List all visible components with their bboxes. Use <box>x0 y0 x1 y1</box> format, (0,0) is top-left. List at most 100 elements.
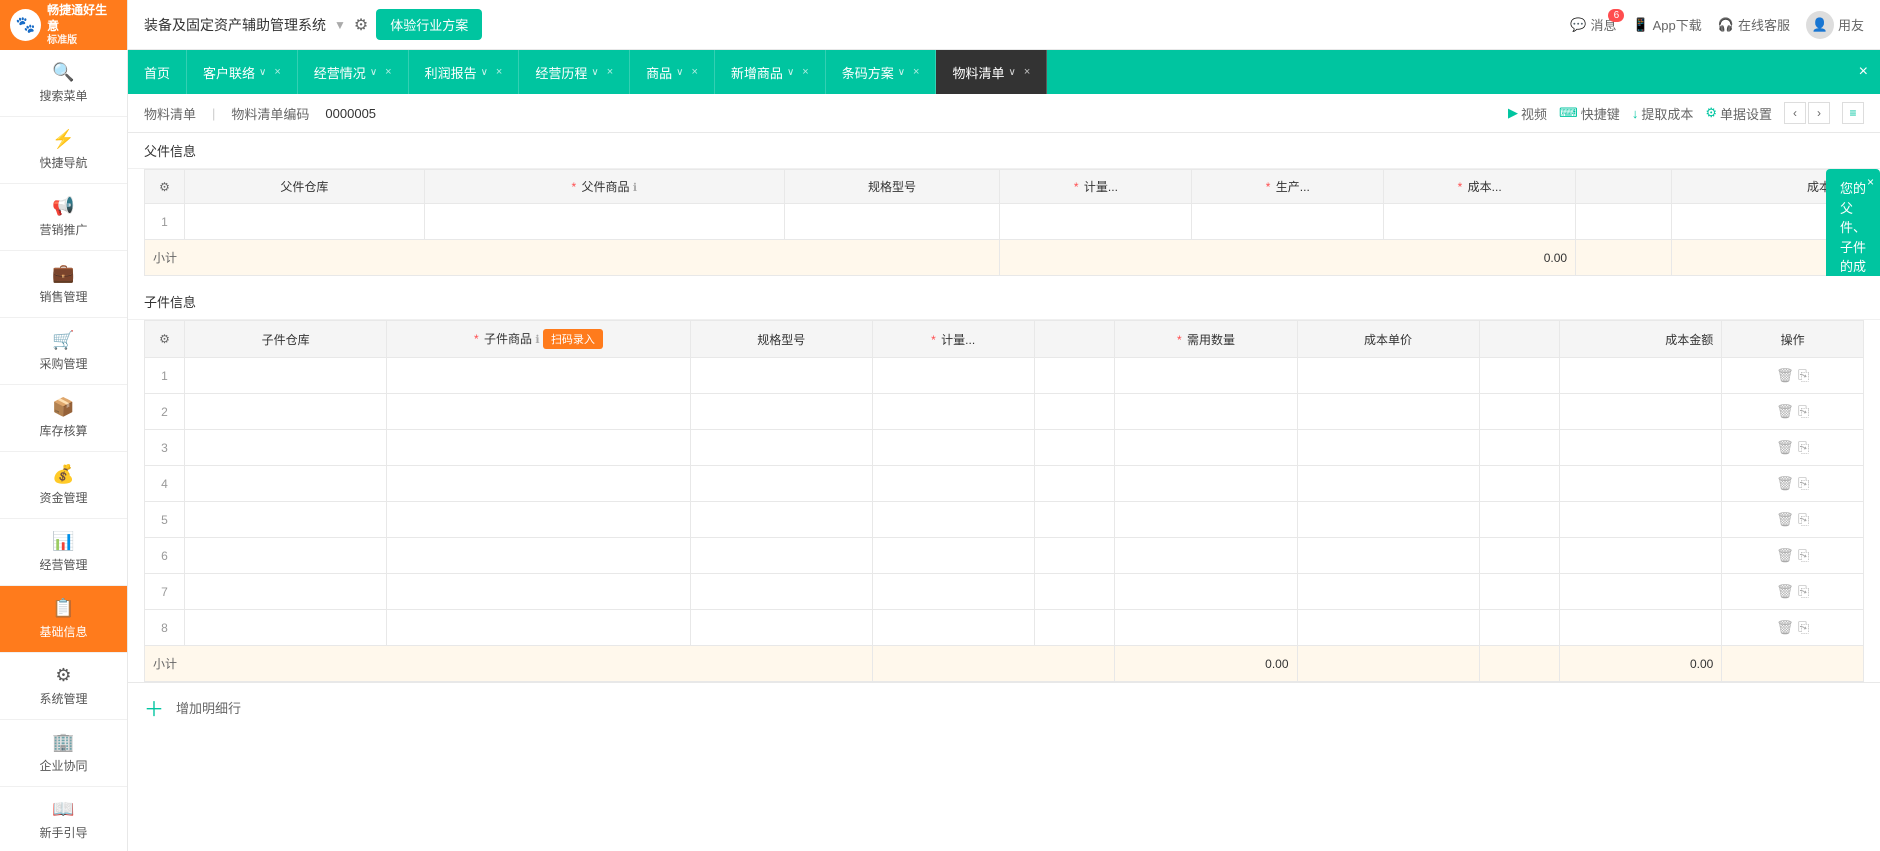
child-unit-cell[interactable] <box>872 466 1034 502</box>
child-sort2-cell[interactable] <box>1479 610 1560 646</box>
tab-bom[interactable]: 物料清单 ∨ × <box>936 50 1047 94</box>
child-qty-cell[interactable] <box>1115 466 1297 502</box>
copy-icon[interactable]: ⎘ <box>1798 367 1809 384</box>
child-amount-cell[interactable] <box>1560 502 1722 538</box>
child-sort2-cell[interactable] <box>1479 502 1560 538</box>
child-product-cell[interactable] <box>387 358 690 394</box>
child-warehouse-cell[interactable] <box>185 610 387 646</box>
tab-close-icon[interactable]: × <box>1024 66 1030 78</box>
grid-view-button[interactable]: ≡ <box>1842 102 1864 124</box>
gear-icon[interactable]: ⚙ <box>159 180 170 194</box>
child-product-cell[interactable] <box>387 610 690 646</box>
close-all-tabs-button[interactable]: × <box>1847 63 1880 81</box>
next-arrow-button[interactable]: › <box>1808 102 1830 124</box>
child-spec-cell[interactable] <box>690 502 872 538</box>
scan-button[interactable]: 扫码录入 <box>543 329 603 349</box>
parent-warehouse-cell[interactable] <box>185 204 425 240</box>
child-qty-cell[interactable] <box>1115 502 1297 538</box>
delete-icon[interactable]: 🗑 <box>1776 547 1794 564</box>
sidebar-item-system[interactable]: ⚙ 系统管理 <box>0 653 127 720</box>
tab-close-icon[interactable]: × <box>385 66 391 78</box>
tab-close-icon[interactable]: × <box>913 66 919 78</box>
sidebar-item-search[interactable]: 🔍 搜索菜单 <box>0 50 127 117</box>
child-sort-cell[interactable] <box>1034 502 1115 538</box>
parent-cost-cell[interactable] <box>1384 204 1576 240</box>
child-sort2-cell[interactable] <box>1479 466 1560 502</box>
delete-icon[interactable]: 🗑 <box>1776 439 1794 456</box>
tab-close-icon[interactable]: × <box>802 66 808 78</box>
child-sort2-cell[interactable] <box>1479 574 1560 610</box>
delete-icon[interactable]: 🗑 <box>1776 475 1794 492</box>
add-row-link[interactable]: 增加明细行 <box>176 698 241 717</box>
notification-item[interactable]: 💬 消息 6 <box>1570 15 1616 34</box>
child-qty-cell[interactable] <box>1115 610 1297 646</box>
child-warehouse-cell[interactable] <box>185 574 387 610</box>
copy-icon[interactable]: ⎘ <box>1798 511 1809 528</box>
delete-icon[interactable]: 🗑 <box>1776 403 1794 420</box>
trial-button[interactable]: 体验行业方案 <box>376 9 482 40</box>
tab-profit[interactable]: 利润报告 ∨ × <box>409 50 520 94</box>
sidebar-item-finance[interactable]: 💰 资金管理 <box>0 452 127 519</box>
child-qty-cell[interactable] <box>1115 430 1297 466</box>
prev-arrow-button[interactable]: ‹ <box>1784 102 1806 124</box>
sidebar-item-enterprise[interactable]: 🏢 企业协同 <box>0 720 127 787</box>
child-unit-price-cell[interactable] <box>1297 538 1479 574</box>
child-warehouse-cell[interactable] <box>185 538 387 574</box>
child-warehouse-cell[interactable] <box>185 394 387 430</box>
parent-produce-cell[interactable] <box>1192 204 1384 240</box>
add-row-icon[interactable]: ＋ <box>144 693 164 722</box>
child-amount-cell[interactable] <box>1560 610 1722 646</box>
delete-icon[interactable]: 🗑 <box>1776 619 1794 636</box>
child-unit-cell[interactable] <box>872 394 1034 430</box>
copy-icon[interactable]: ⎘ <box>1798 439 1809 456</box>
child-sort-cell[interactable] <box>1034 574 1115 610</box>
single-settings-action[interactable]: ⚙ 单据设置 <box>1705 104 1772 123</box>
child-amount-cell[interactable] <box>1560 394 1722 430</box>
sidebar-item-operations[interactable]: 📊 经营管理 <box>0 519 127 586</box>
child-unit-cell[interactable] <box>872 610 1034 646</box>
child-qty-cell[interactable] <box>1115 574 1297 610</box>
user-item[interactable]: 👤 用友 <box>1806 11 1864 39</box>
child-sort2-cell[interactable] <box>1479 394 1560 430</box>
sidebar-item-inventory[interactable]: 📦 库存核算 <box>0 385 127 452</box>
child-sort-cell[interactable] <box>1034 610 1115 646</box>
child-unit-cell[interactable] <box>872 538 1034 574</box>
child-product-cell[interactable] <box>387 574 690 610</box>
tab-customer[interactable]: 客户联络 ∨ × <box>187 50 298 94</box>
child-qty-cell[interactable] <box>1115 358 1297 394</box>
child-product-cell[interactable] <box>387 394 690 430</box>
child-amount-cell[interactable] <box>1560 358 1722 394</box>
online-service-item[interactable]: 🎧 在线客服 <box>1718 15 1790 34</box>
gear-icon[interactable]: ⚙ <box>159 332 170 346</box>
copy-icon[interactable]: ⎘ <box>1798 547 1809 564</box>
sidebar-item-sales[interactable]: 💼 销售管理 <box>0 251 127 318</box>
tooltip-close-button[interactable]: × <box>1867 173 1874 191</box>
child-spec-cell[interactable] <box>690 358 872 394</box>
tab-business[interactable]: 经营情况 ∨ × <box>298 50 409 94</box>
app-download-item[interactable]: 📱 App下载 <box>1632 15 1701 34</box>
settings-icon[interactable]: ⚙ <box>354 15 368 35</box>
child-qty-cell[interactable] <box>1115 538 1297 574</box>
child-amount-cell[interactable] <box>1560 430 1722 466</box>
child-sort2-cell[interactable] <box>1479 430 1560 466</box>
sidebar-item-guide[interactable]: 📖 新手引导 <box>0 787 127 851</box>
child-sort-cell[interactable] <box>1034 394 1115 430</box>
child-sort-cell[interactable] <box>1034 538 1115 574</box>
delete-icon[interactable]: 🗑 <box>1776 511 1794 528</box>
parent-unit-cell[interactable] <box>1000 204 1192 240</box>
child-sort2-cell[interactable] <box>1479 358 1560 394</box>
child-product-cell[interactable] <box>387 502 690 538</box>
child-product-cell[interactable] <box>387 430 690 466</box>
tab-barcode[interactable]: 条码方案 ∨ × <box>826 50 937 94</box>
child-warehouse-cell[interactable] <box>185 358 387 394</box>
child-unit-price-cell[interactable] <box>1297 466 1479 502</box>
tab-close-icon[interactable]: × <box>496 66 502 78</box>
shortcut-action[interactable]: ⌨ 快捷键 <box>1559 104 1620 123</box>
copy-icon[interactable]: ⎘ <box>1798 583 1809 600</box>
sidebar-item-quicknav[interactable]: ⚡ 快捷导航 <box>0 117 127 184</box>
parent-product-cell[interactable] <box>424 204 784 240</box>
child-amount-cell[interactable] <box>1560 574 1722 610</box>
sidebar-item-purchase[interactable]: 🛒 采购管理 <box>0 318 127 385</box>
child-amount-cell[interactable] <box>1560 466 1722 502</box>
tab-close-icon[interactable]: × <box>691 66 697 78</box>
